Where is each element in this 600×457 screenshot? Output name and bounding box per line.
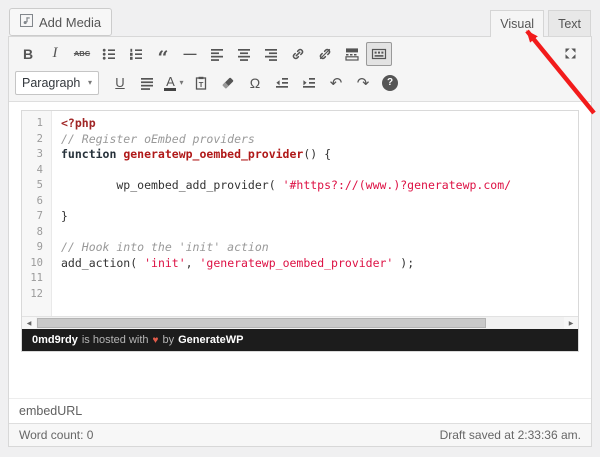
numbered-list-icon bbox=[128, 46, 144, 62]
blockquote-button[interactable]: “ bbox=[150, 42, 176, 67]
clipboard-icon: T bbox=[193, 75, 209, 91]
justify-icon bbox=[139, 75, 155, 91]
editor-content-area[interactable]: 1 <?php 2// Register oEmbed providers 3 func… bbox=[9, 102, 591, 398]
expand-icon bbox=[563, 46, 578, 61]
horizontal-rule-button[interactable]: — bbox=[177, 42, 203, 66]
add-media-button[interactable]: Add Media bbox=[9, 8, 113, 36]
snippet-name-link[interactable]: 0md9rdy bbox=[32, 334, 78, 346]
italic-button[interactable]: I bbox=[42, 42, 68, 66]
svg-text:T: T bbox=[199, 80, 204, 89]
underline-button[interactable]: U bbox=[107, 71, 133, 95]
bulleted-list-button[interactable] bbox=[96, 42, 122, 66]
chevron-down-icon: ▾ bbox=[87, 78, 92, 87]
code-line: 2// Register oEmbed providers bbox=[36, 131, 255, 146]
clear-formatting-button[interactable] bbox=[215, 71, 241, 95]
unlink-icon bbox=[317, 46, 333, 62]
tab-text[interactable]: Text bbox=[548, 10, 591, 36]
code-horizontal-scrollbar: ◀ ▶ bbox=[22, 316, 578, 329]
code-line: 7} bbox=[36, 209, 68, 223]
chevron-down-icon: ▾ bbox=[179, 78, 184, 87]
tab-visual[interactable]: Visual bbox=[490, 10, 545, 37]
undo-button[interactable]: ↶ bbox=[323, 71, 349, 95]
embedded-code-snippet: 1 <?php 2// Register oEmbed providers 3 func… bbox=[21, 110, 579, 352]
paste-as-text-button[interactable]: T bbox=[188, 71, 214, 95]
editor-mode-tabs: Visual Text bbox=[490, 10, 591, 37]
link-icon bbox=[290, 46, 306, 62]
snippet-footer-bar: 0md9rdy is hosted with ♥ by GenerateWP bbox=[22, 329, 578, 351]
redo-button[interactable]: ↷ bbox=[350, 71, 376, 95]
editor-panel: B I ABC “ — Paragraph ▾ U A ▾ T Ω ↶ ↷ ? … bbox=[8, 36, 592, 447]
code-line: 8 bbox=[36, 225, 43, 238]
toolbar-row-2: Paragraph ▾ U A ▾ T Ω ↶ ↷ ? bbox=[15, 68, 585, 97]
align-center-icon bbox=[236, 46, 252, 62]
bulleted-list-icon bbox=[101, 46, 117, 62]
media-icon bbox=[19, 13, 34, 30]
help-icon: ? bbox=[382, 74, 398, 91]
heart-icon: ♥ bbox=[152, 334, 159, 346]
outdent-button[interactable] bbox=[269, 71, 295, 95]
scrollbar-track[interactable] bbox=[36, 317, 564, 329]
draft-saved-label: Draft saved at 2:33:36 am. bbox=[439, 428, 581, 442]
distraction-free-button[interactable] bbox=[557, 42, 583, 66]
toolbar-row-1: B I ABC “ — bbox=[15, 39, 585, 68]
remove-link-button[interactable] bbox=[312, 42, 338, 66]
add-media-label: Add Media bbox=[39, 14, 102, 30]
snippet-footer-by: by bbox=[162, 334, 175, 346]
align-center-button[interactable] bbox=[231, 42, 257, 66]
text-color-icon: A bbox=[164, 74, 177, 91]
special-character-button[interactable]: Ω bbox=[242, 71, 268, 95]
scroll-right-arrow[interactable]: ▶ bbox=[564, 317, 578, 329]
align-left-button[interactable] bbox=[204, 42, 230, 66]
code-line: 9// Hook into the 'init' action bbox=[36, 240, 269, 254]
generatewp-brand-link[interactable]: GenerateWP bbox=[178, 334, 243, 346]
editor-toolbar: B I ABC “ — Paragraph ▾ U A ▾ T Ω ↶ ↷ ? bbox=[9, 37, 591, 102]
code-line: 10 add_action( 'init', 'generatewp_oembed… bbox=[30, 255, 415, 270]
align-left-icon bbox=[209, 46, 225, 62]
align-right-icon bbox=[263, 46, 279, 62]
help-button[interactable]: ? bbox=[377, 71, 403, 95]
strikethrough-button[interactable]: ABC bbox=[69, 42, 95, 66]
read-more-icon bbox=[344, 46, 360, 62]
code-line: 11 bbox=[30, 272, 43, 284]
toolbar-toggle-icon bbox=[371, 46, 387, 62]
eraser-icon bbox=[220, 75, 236, 91]
paragraph-select-value: Paragraph bbox=[22, 75, 81, 90]
justify-button[interactable] bbox=[134, 71, 160, 95]
read-more-button[interactable] bbox=[339, 42, 365, 66]
paragraph-select[interactable]: Paragraph ▾ bbox=[15, 70, 99, 95]
scrollbar-thumb[interactable] bbox=[37, 318, 486, 328]
word-count-label: Word count: 0 bbox=[19, 428, 94, 442]
element-path-label: embedURL bbox=[19, 404, 83, 418]
text-color-button[interactable]: A ▾ bbox=[161, 71, 187, 95]
editor-status-bar: Word count: 0 Draft saved at 2:33:36 am. bbox=[9, 423, 591, 446]
toolbar-toggle-button[interactable] bbox=[366, 41, 392, 66]
snippet-footer-text: is hosted with bbox=[81, 334, 149, 346]
code-line: 3 function generatewp_oembed_provider() { bbox=[36, 147, 332, 161]
code-lines: 1 <?php 2// Register oEmbed providers 3 func… bbox=[22, 111, 578, 316]
code-line: 5 wp_oembed_add_provider( '#https?://(ww… bbox=[36, 178, 512, 192]
code-line: 4 bbox=[36, 163, 43, 176]
code-line: 6 bbox=[36, 194, 43, 207]
outdent-icon bbox=[274, 75, 290, 91]
element-path-bar: embedURL bbox=[9, 398, 591, 423]
scroll-left-arrow[interactable]: ◀ bbox=[22, 317, 36, 329]
code-line: 1 <?php bbox=[36, 116, 96, 130]
align-right-button[interactable] bbox=[258, 42, 284, 66]
wordpress-editor-screen: Add Media Visual Text B I ABC “ — Paragr… bbox=[0, 0, 600, 457]
bold-button[interactable]: B bbox=[15, 42, 41, 66]
numbered-list-button[interactable] bbox=[123, 42, 149, 66]
insert-link-button[interactable] bbox=[285, 42, 311, 66]
code-line: 12 bbox=[30, 287, 43, 300]
indent-button[interactable] bbox=[296, 71, 322, 95]
indent-icon bbox=[301, 75, 317, 91]
